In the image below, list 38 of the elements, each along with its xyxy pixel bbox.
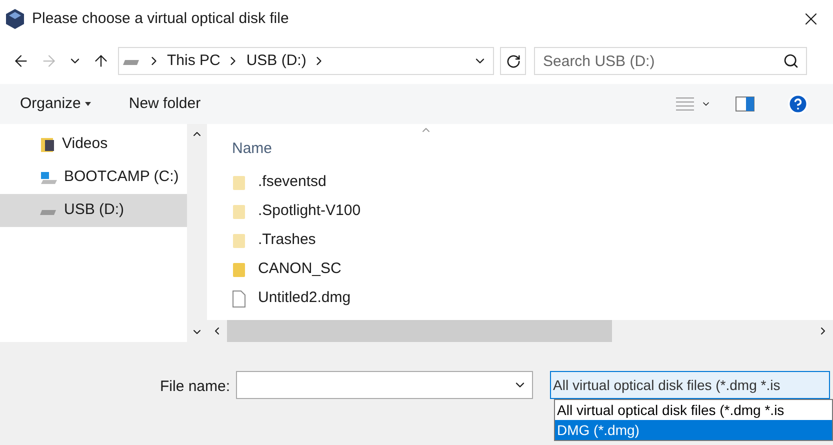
new-folder-button[interactable]: New folder <box>128 92 201 116</box>
column-header[interactable]: Name <box>232 138 272 160</box>
sidebar-item[interactable]: USB (D:) <box>0 194 187 227</box>
horizontal-scrollbar[interactable] <box>207 320 833 342</box>
caret-icon <box>84 102 91 106</box>
cube-logo-icon <box>4 8 26 30</box>
refresh-button[interactable] <box>500 47 526 75</box>
refresh-icon <box>506 54 520 68</box>
search-icon <box>783 53 799 69</box>
file-type-dropdown[interactable]: All virtual optical disk files (*.dmg *.is <box>550 371 830 399</box>
window-title: Please choose a virtual optical disk file <box>32 8 289 29</box>
drive-icon <box>40 170 58 184</box>
search-field[interactable]: Search USB (D:) <box>534 47 807 75</box>
file-row[interactable]: CANON_SC <box>232 255 833 284</box>
breadcrumb-item[interactable]: This PC <box>167 50 220 72</box>
organize-button[interactable]: Organize <box>20 92 91 116</box>
folder-icon <box>232 232 246 248</box>
file-icon <box>232 290 246 308</box>
breadcrumb-item[interactable]: USB (D:) <box>246 50 306 72</box>
sidebar-item[interactable]: Videos <box>0 128 187 161</box>
file-row[interactable]: .Trashes <box>232 226 833 255</box>
dropdown-option[interactable]: All virtual optical disk files (*.dmg *.is <box>555 400 832 420</box>
folder-icon <box>232 204 246 220</box>
preview-pane-icon[interactable] <box>735 96 755 112</box>
folder-icon <box>232 174 246 190</box>
file-name-field[interactable] <box>236 371 534 399</box>
file-row[interactable]: .Spotlight-V100 <box>232 197 833 226</box>
view-list-icon[interactable] <box>675 96 695 112</box>
help-icon[interactable] <box>787 93 809 115</box>
address-bar[interactable]: This PC USB (D:) <box>118 47 494 75</box>
file-name-label: File name: <box>160 377 230 397</box>
sidebar-item[interactable]: BOOTCAMP (C:) <box>0 161 187 194</box>
folder-icon <box>232 262 246 278</box>
file-row[interactable]: Untitled2.dmg <box>232 284 833 313</box>
vertical-scrollbar[interactable] <box>187 124 207 342</box>
video-folder-icon <box>40 136 56 152</box>
file-row[interactable]: .fseventsd <box>232 168 833 197</box>
dropdown-option[interactable]: DMG (*.dmg) <box>555 420 832 440</box>
